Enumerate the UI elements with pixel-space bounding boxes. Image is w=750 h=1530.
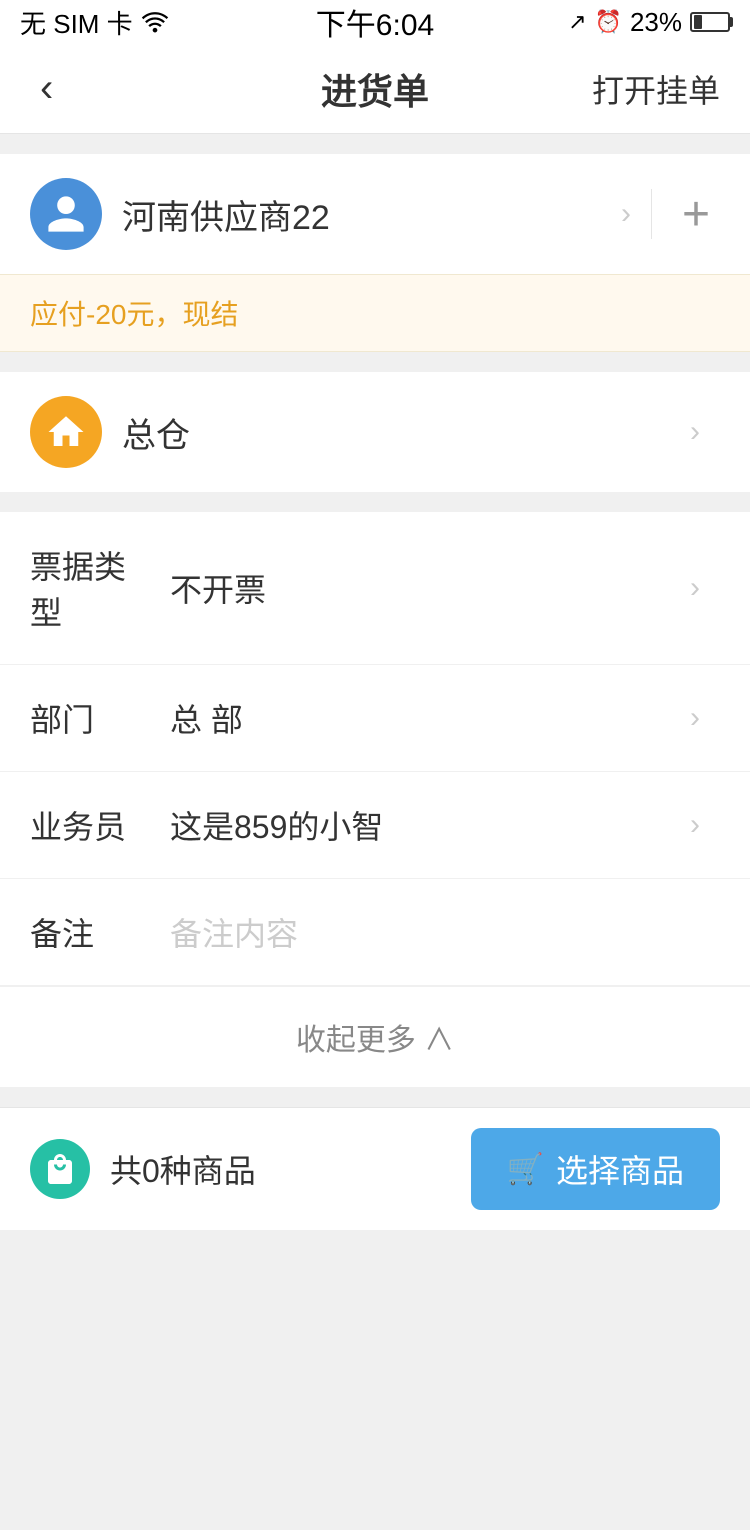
chevron-right-icon: › [690,808,700,842]
supplier-name: 河南供应商22 [122,190,621,239]
status-bar: 无 SIM 卡 下午6:04 ↗ ⏰ 23% [0,0,750,44]
department-label: 部门 [30,695,150,741]
wifi-icon [141,11,169,33]
note-input[interactable]: 备注内容 [150,909,720,955]
nav-bar: ‹ 进货单 打开挂单 [0,44,750,134]
chevron-right-icon: › [621,197,631,231]
battery-percent: 23% [630,7,682,38]
collapse-button[interactable]: 收起更多 ∧ [0,986,750,1087]
supplier-section: 河南供应商22 › + 应付-20元，现结 [0,154,750,352]
select-product-button[interactable]: 🛒 选择商品 [471,1128,720,1210]
back-button[interactable]: ‹ [30,56,63,121]
chevron-right-icon: › [690,701,700,735]
alarm-icon: ⏰ [595,9,622,35]
select-product-label: 选择商品 [556,1146,684,1192]
location-icon: ↗ [568,9,586,35]
department-row[interactable]: 部门 总 部 › [0,665,750,772]
person-icon [44,192,88,236]
note-row[interactable]: 备注 备注内容 [0,879,750,986]
select-product-icon: 🛒 [507,1152,544,1187]
warehouse-icon [30,396,102,468]
salesperson-row[interactable]: 业务员 这是859的小智 › [0,772,750,879]
supplier-avatar [30,178,102,250]
chevron-right-icon: › [690,415,700,449]
status-left: 无 SIM 卡 [20,4,169,41]
add-supplier-button[interactable]: + [672,187,720,242]
vertical-divider [651,189,652,239]
note-label: 备注 [30,909,150,955]
warehouse-row[interactable]: 总仓 › [0,372,750,492]
invoice-type-label: 票据类型 [30,542,150,634]
salesperson-value: 这是859的小智 [150,802,690,848]
chevron-right-icon: › [690,571,700,605]
warehouse-section: 总仓 › [0,372,750,492]
cart-icon-wrapper [30,1139,90,1199]
footer-bar: 共0种商品 🛒 选择商品 [0,1107,750,1230]
top-separator [0,134,750,154]
invoice-type-value: 不开票 [150,565,690,611]
fields-section: 票据类型 不开票 › 部门 总 部 › 业务员 这是859的小智 › 备注 备注… [0,512,750,1087]
page-title: 进货单 [321,63,429,115]
battery-icon [690,12,730,32]
home-icon [45,411,87,453]
supplier-row[interactable]: 河南供应商22 › + [0,154,750,274]
product-count: 共0种商品 [110,1146,471,1192]
bottom-area [0,1230,750,1530]
salesperson-label: 业务员 [30,802,150,848]
status-right: ↗ ⏰ 23% [568,7,730,38]
shopping-bag-icon [42,1151,78,1187]
status-time: 下午6:04 [316,0,434,44]
invoice-type-row[interactable]: 票据类型 不开票 › [0,512,750,665]
warehouse-name: 总仓 [122,408,690,457]
carrier-label: 无 SIM 卡 [20,4,133,41]
supplier-notice: 应付-20元，现结 [0,274,750,352]
open-pending-button[interactable]: 打开挂单 [592,66,720,112]
department-value: 总 部 [150,695,690,741]
